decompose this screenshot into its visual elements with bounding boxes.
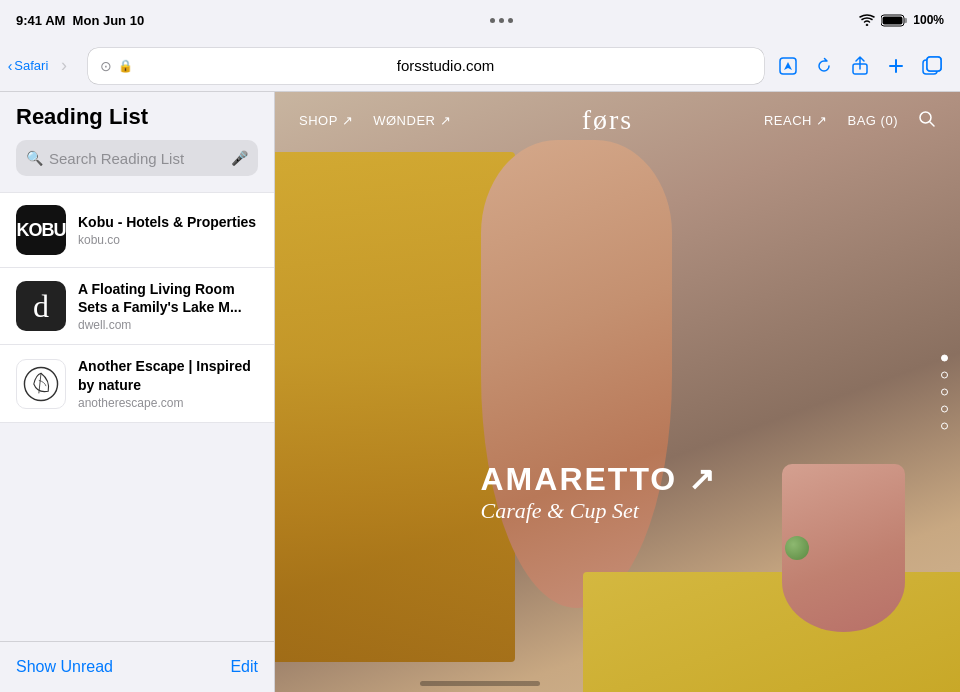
share-button[interactable]: [844, 50, 876, 82]
search-nav-icon: [918, 110, 936, 128]
item-url: dwell.com: [78, 318, 258, 332]
leaf-icon: [23, 366, 59, 402]
sidebar-title: Reading List: [16, 104, 258, 130]
show-unread-button[interactable]: Show Unread: [16, 658, 113, 676]
svg-rect-1: [905, 18, 908, 23]
content-area: Reading List 🔍 Search Reading List 🎤 KOB…: [0, 92, 960, 692]
list-item[interactable]: Another Escape | Inspired by nature anot…: [0, 345, 274, 422]
list-item[interactable]: KOBU Kobu - Hotels & Properties kobu.co: [0, 192, 274, 268]
lock-icon: 🔒: [118, 59, 133, 73]
refresh-button[interactable]: [808, 50, 840, 82]
back-button[interactable]: ‹ Safari: [12, 50, 44, 82]
airdrop-button[interactable]: [772, 50, 804, 82]
sidebar-header: Reading List 🔍 Search Reading List 🎤: [0, 92, 274, 184]
web-content: SHOP ↗ WØNDER ↗ førs REACH ↗ BAG (0): [275, 92, 960, 692]
refresh-icon: [815, 57, 833, 75]
dot1: [490, 18, 495, 23]
vase-decoration: [481, 140, 673, 608]
edit-button[interactable]: Edit: [230, 658, 258, 676]
add-icon: [887, 57, 905, 75]
sidebar-footer: Show Unread Edit: [0, 641, 274, 692]
item-title: Another Escape | Inspired by nature: [78, 357, 258, 393]
nav-left: SHOP ↗ WØNDER ↗: [299, 113, 451, 128]
scroll-dot-1: [941, 355, 948, 362]
toolbar-actions: [772, 50, 948, 82]
add-button[interactable]: [880, 50, 912, 82]
status-time: 9:41 AM Mon Jun 10: [16, 13, 144, 28]
hero-title: AMARETTO ↗: [481, 460, 718, 498]
hero-text-block: AMARETTO ↗ Carafe & Cup Set: [481, 460, 718, 524]
item-content: A Floating Living Room Sets a Family's L…: [78, 280, 258, 332]
wonder-nav-item[interactable]: WØNDER ↗: [373, 113, 451, 128]
svg-point-10: [920, 112, 931, 123]
item-url: anotherescape.com: [78, 396, 258, 410]
hero-subtitle: Carafe & Cup Set: [481, 498, 718, 524]
scroll-dot-2: [941, 372, 948, 379]
site-icon: ⊙: [100, 58, 112, 74]
address-bar[interactable]: ⊙ 🔒 forsstudio.com: [88, 48, 764, 84]
fors-navigation: SHOP ↗ WØNDER ↗ førs REACH ↗ BAG (0): [275, 92, 960, 148]
scroll-dot-3: [941, 389, 948, 396]
wifi-icon: [859, 14, 875, 26]
fors-logo[interactable]: førs: [451, 104, 764, 136]
status-bar: 9:41 AM Mon Jun 10 100%: [0, 0, 960, 40]
main-container: ‹ Safari › ⊙ 🔒 forsstudio.com: [0, 40, 960, 692]
home-indicator: [420, 681, 540, 686]
item-title: Kobu - Hotels & Properties: [78, 213, 258, 231]
reading-list: KOBU Kobu - Hotels & Properties kobu.co …: [0, 184, 274, 641]
nav-right: REACH ↗ BAG (0): [764, 110, 936, 131]
svg-rect-7: [927, 57, 941, 71]
safari-back-label[interactable]: Safari: [14, 58, 48, 73]
status-right: 100%: [859, 13, 944, 27]
search-nav-button[interactable]: [918, 110, 936, 131]
battery-percent: 100%: [913, 13, 944, 27]
list-item[interactable]: d A Floating Living Room Sets a Family's…: [0, 268, 274, 345]
svg-point-9: [24, 367, 57, 400]
share-icon: [851, 56, 869, 76]
svg-rect-2: [883, 16, 903, 24]
web-view[interactable]: SHOP ↗ WØNDER ↗ førs REACH ↗ BAG (0): [275, 92, 960, 692]
item-title: A Floating Living Room Sets a Family's L…: [78, 280, 258, 316]
battery-icon: [881, 14, 907, 27]
sidebar: Reading List 🔍 Search Reading List 🎤 KOB…: [0, 92, 275, 692]
scroll-dot-5: [941, 423, 948, 430]
browser-toolbar: ‹ Safari › ⊙ 🔒 forsstudio.com: [0, 40, 960, 92]
tabs-button[interactable]: [916, 50, 948, 82]
item-url: kobu.co: [78, 233, 258, 247]
forward-button[interactable]: ›: [48, 50, 80, 82]
favicon-kobu: KOBU: [16, 205, 66, 255]
favicon-anotherescape: [16, 359, 66, 409]
tabs-icon: [922, 56, 942, 76]
shop-nav-item[interactable]: SHOP ↗: [299, 113, 353, 128]
bag-nav-item[interactable]: BAG (0): [848, 113, 898, 128]
item-content: Kobu - Hotels & Properties kobu.co: [78, 213, 258, 247]
airdrop-icon: [778, 56, 798, 76]
microphone-icon[interactable]: 🎤: [231, 150, 248, 166]
reach-nav-item[interactable]: REACH ↗: [764, 113, 828, 128]
favicon-dwell: d: [16, 281, 66, 331]
search-placeholder: Search Reading List: [49, 150, 225, 167]
dot3: [508, 18, 513, 23]
nav-buttons: ‹ Safari ›: [12, 50, 80, 82]
scroll-indicator: [941, 355, 948, 430]
search-icon: 🔍: [26, 150, 43, 166]
dot2: [499, 18, 504, 23]
status-center: [490, 18, 513, 23]
scroll-dot-4: [941, 406, 948, 413]
item-content: Another Escape | Inspired by nature anot…: [78, 357, 258, 409]
bottle-decoration: [275, 152, 515, 662]
search-bar[interactable]: 🔍 Search Reading List 🎤: [16, 140, 258, 176]
address-text[interactable]: forsstudio.com: [139, 57, 752, 74]
